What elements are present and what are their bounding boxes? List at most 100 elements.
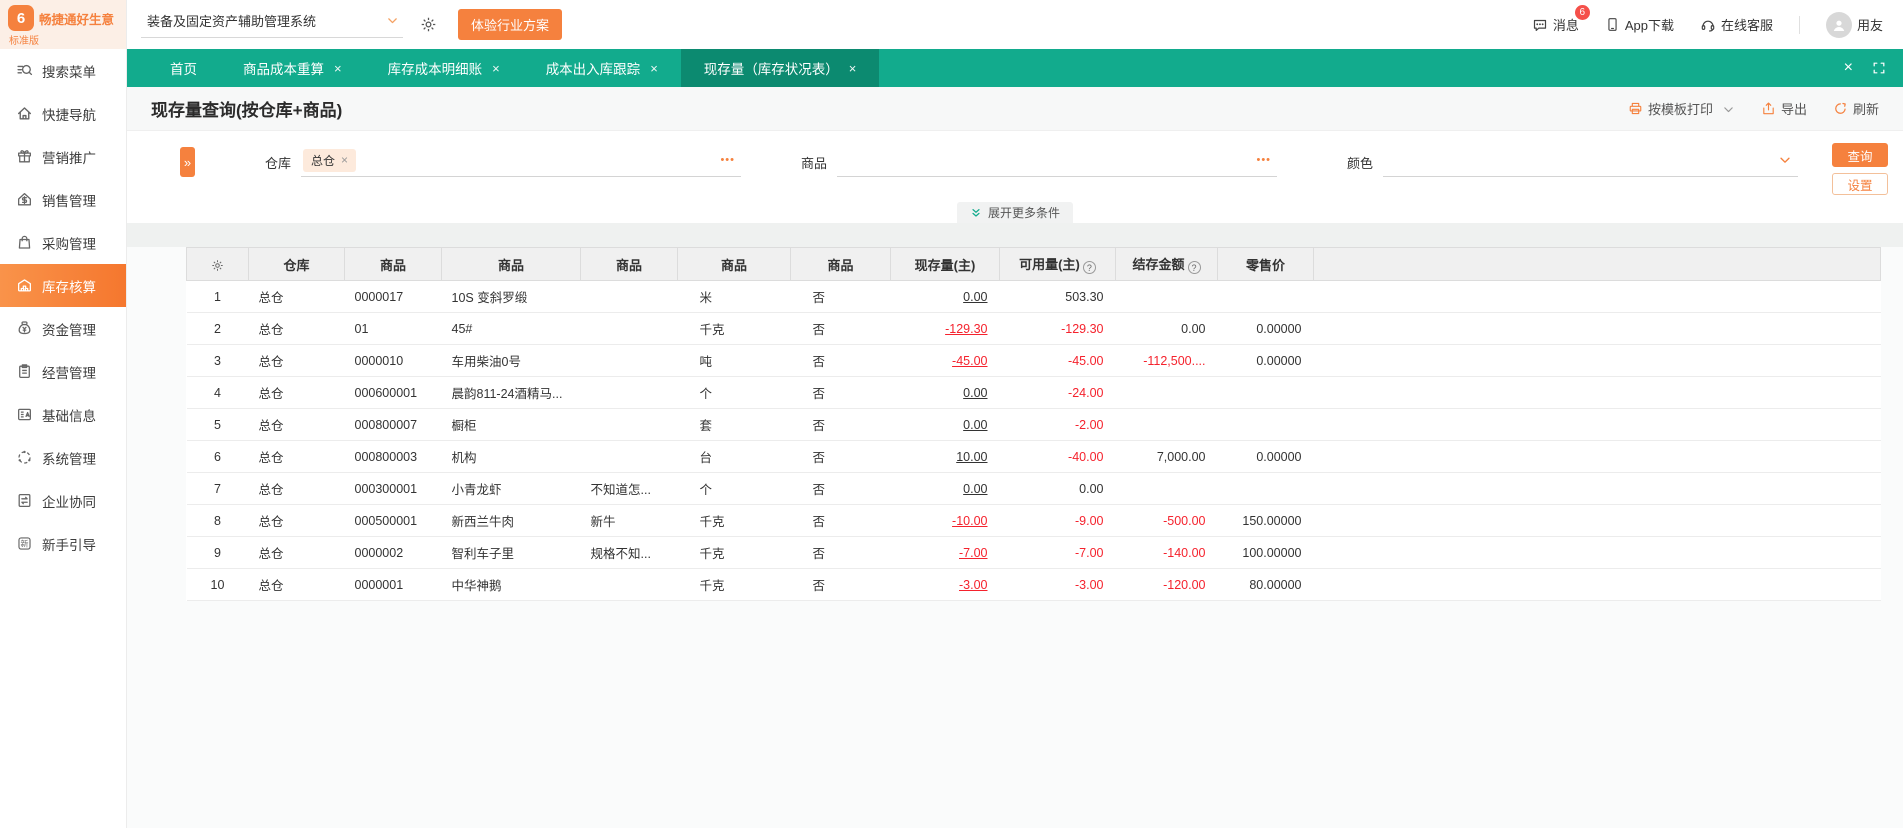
cell-unit: 套: [677, 408, 791, 441]
product-field: 商品 •••: [801, 147, 1278, 177]
color-input[interactable]: [1383, 147, 1799, 177]
online-service-button[interactable]: 在线客服: [1700, 15, 1773, 34]
messages-button[interactable]: 消息 6: [1532, 5, 1590, 34]
chevron-down-icon[interactable]: [1722, 103, 1735, 116]
column-header: 商品: [344, 247, 442, 281]
sidebar-item-系统管理[interactable]: 系统管理: [0, 436, 126, 479]
cell-warehouse: 总仓: [248, 440, 345, 473]
tab-库存成本明细账[interactable]: 库存成本明细账 ×: [365, 49, 523, 87]
cell-row-number: 3: [186, 344, 249, 377]
qty-link[interactable]: -129.30: [945, 322, 987, 336]
table-row[interactable]: 10 总仓 0000001 中华神鹅 千克否 -3.00 -3.00 -120.00 80.00…: [186, 568, 1881, 601]
column-header: 商品: [790, 247, 891, 281]
close-icon[interactable]: ×: [1844, 60, 1853, 76]
sidebar-item-企业协同[interactable]: 企业协同: [0, 479, 126, 522]
sidebar-item-采购管理[interactable]: 采购管理: [0, 221, 126, 264]
table-row[interactable]: 2 总仓 01 45# 千克否 -129.30 -129.30 0.00 0.00000: [186, 312, 1881, 345]
table-area: 仓库 商品 商品 商品 商品 商品 现存量(主) 可用量(主)? 结存金额? 零售价 1 总仓 000…: [127, 247, 1903, 828]
table-row[interactable]: 7 总仓 000300001 小青龙虾 不知道怎... 个否 0.00 0.00: [186, 472, 1881, 505]
chevron-down-icon[interactable]: [1778, 153, 1792, 167]
product-input[interactable]: •••: [837, 147, 1278, 177]
refresh-label: 刷新: [1852, 102, 1879, 117]
clipboard-icon: [16, 363, 33, 380]
cell-retail-price: 0.00000: [1217, 312, 1314, 345]
cell-product-spec: [580, 440, 678, 473]
cell-qty-available: -129.30: [999, 312, 1116, 345]
tab-现存量（库存状况表）[interactable]: 现存量（库存状况表） ×: [680, 49, 880, 87]
cell-batch-flag: 否: [790, 440, 891, 473]
cell-qty-available: 503.30: [999, 280, 1116, 313]
qty-link[interactable]: 0.00: [963, 482, 987, 496]
table-row[interactable]: 3 总仓 0000010 车用柴油0号吨否 -45.00 -45.00 -112,500..…: [186, 344, 1881, 377]
qty-link[interactable]: -45.00: [952, 354, 987, 368]
expand-more-conditions[interactable]: 展开更多条件: [956, 202, 1074, 223]
qty-link[interactable]: -3.00: [959, 578, 988, 592]
table-row[interactable]: 5 总仓 000800007 橱柜 套否 0.00 -2.00: [186, 408, 1881, 441]
table-row[interactable]: 9 总仓 0000002 智利车子里 规格不知... 千克否 -7.00 -7.00 -140.…: [186, 536, 1881, 569]
table-row[interactable]: 4 总仓 000600001 晨韵811-24酒精马... 个否 0.00 -24.00: [186, 376, 1881, 409]
qty-link[interactable]: 0.00: [963, 386, 987, 400]
qty-link[interactable]: 0.00: [963, 418, 987, 432]
query-button[interactable]: 查询: [1832, 143, 1888, 167]
fullscreen-icon[interactable]: [1872, 61, 1886, 75]
tab-成本出入库跟踪[interactable]: 成本出入库跟踪 ×: [523, 49, 681, 87]
cell-balance-amount: -500.00: [1115, 504, 1218, 537]
table-row[interactable]: 6 总仓 000800003 机构 台否 10.00 -40.00 7,000.00 0.000…: [186, 440, 1881, 473]
tab-close-icon[interactable]: ×: [492, 61, 500, 76]
cell-product-code: 000600001: [344, 376, 442, 409]
help-icon[interactable]: ?: [1082, 261, 1096, 275]
table-row[interactable]: 8 总仓 000500001 新西兰牛肉 新牛 千克否 -10.00 -9.00 -500.00…: [186, 504, 1881, 537]
tab-首页[interactable]: 首页: [147, 49, 220, 87]
qty-link[interactable]: 10.00: [956, 450, 987, 464]
phone-icon: [1605, 17, 1620, 32]
warehouse-input[interactable]: 总仓 × •••: [301, 147, 742, 177]
sidebar-item-搜索菜单[interactable]: 搜索菜单: [0, 49, 126, 92]
sidebar-item-资金管理[interactable]: 资金管理: [0, 307, 126, 350]
cell-row-number: 10: [186, 568, 249, 601]
settings-icon[interactable]: [211, 259, 224, 272]
qty-link[interactable]: -7.00: [959, 546, 988, 560]
app-download-button[interactable]: App下载: [1605, 15, 1674, 34]
tag-remove-icon[interactable]: ×: [341, 153, 348, 167]
user-menu[interactable]: 用友: [1825, 11, 1883, 38]
topbar-divider: [1798, 15, 1800, 34]
help-icon[interactable]: ?: [1187, 261, 1201, 275]
cell-product-spec: [580, 312, 678, 345]
purchase-bag-icon: [16, 234, 33, 251]
cell-warehouse: 总仓: [248, 376, 345, 409]
refresh-button[interactable]: 刷新: [1833, 99, 1879, 118]
tab-商品成本重算[interactable]: 商品成本重算 ×: [220, 49, 365, 87]
table-row[interactable]: 1 总仓 0000017 10S 变斜罗缎 米否 0.00 503.30: [186, 280, 1881, 313]
sidebar-item-库存核算[interactable]: 库存核算: [0, 264, 126, 307]
cell-filler: [1313, 312, 1881, 345]
qty-link[interactable]: 0.00: [963, 290, 987, 304]
trial-plan-button[interactable]: 体验行业方案: [458, 9, 563, 40]
collapse-filter-button[interactable]: »: [180, 147, 195, 177]
sidebar-item-label: 采购管理: [42, 236, 96, 252]
tab-close-icon[interactable]: ×: [650, 61, 658, 76]
username: 用友: [1856, 18, 1883, 33]
cell-retail-price: 80.00000: [1217, 568, 1314, 601]
cell-qty-on-hand: 0.00: [890, 472, 1000, 505]
sidebar-item-经营管理[interactable]: 经营管理: [0, 350, 126, 393]
cell-batch-flag: 否: [790, 312, 891, 345]
more-dots-icon[interactable]: •••: [1256, 154, 1271, 166]
more-dots-icon[interactable]: •••: [720, 154, 735, 166]
print-by-template-button[interactable]: 按模板打印: [1628, 99, 1713, 118]
cell-warehouse: 总仓: [248, 568, 345, 601]
sidebar-item-基础信息[interactable]: 基础信息: [0, 393, 126, 436]
sidebar-item-销售管理[interactable]: 销售管理: [0, 178, 126, 221]
chevron-down-icon: [386, 14, 399, 27]
system-select[interactable]: 装备及固定资产辅助管理系统: [141, 11, 403, 38]
tab-close-icon[interactable]: ×: [849, 61, 857, 76]
settings-button[interactable]: 设置: [1832, 173, 1888, 195]
gear-icon[interactable]: [420, 16, 437, 33]
export-button[interactable]: 导出: [1761, 99, 1807, 118]
qty-link[interactable]: -10.00: [952, 514, 987, 528]
sidebar-item-营销推广[interactable]: 营销推广: [0, 135, 126, 178]
sidebar-item-快捷导航[interactable]: 快捷导航: [0, 92, 126, 135]
sidebar-item-新手引导[interactable]: 新 新手引导: [0, 522, 126, 565]
main-area: 装备及固定资产辅助管理系统 体验行业方案 消息 6 App下载 在线客服 用友 …: [127, 0, 1903, 828]
tab-close-icon[interactable]: ×: [334, 61, 342, 76]
topbar: 装备及固定资产辅助管理系统 体验行业方案 消息 6 App下载 在线客服 用友: [127, 0, 1903, 49]
